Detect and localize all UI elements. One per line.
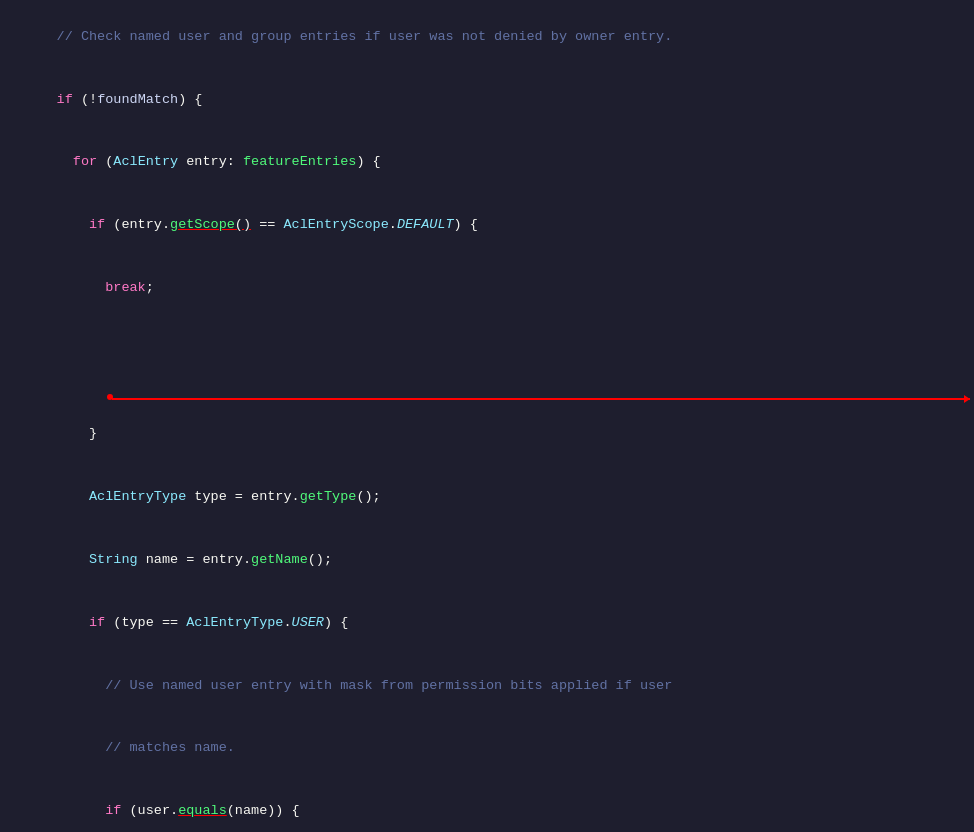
- line-11: // matches name.: [0, 717, 974, 780]
- line-12: if (user.equals(name)) {: [0, 780, 974, 832]
- comment-and: and: [219, 29, 243, 44]
- arrow-break: [112, 398, 970, 400]
- code-editor: // Check named user and group entries if…: [0, 0, 974, 832]
- line-10: // Use named user entry with mask from p…: [0, 655, 974, 718]
- line-1: // Check named user and group entries if…: [0, 6, 974, 69]
- line-6: }: [0, 404, 974, 467]
- line-8: String name = entry.getName();: [0, 529, 974, 592]
- line-5: break;: [0, 257, 974, 403]
- line-4: if (entry.getScope() == AclEntryScope.DE…: [0, 194, 974, 257]
- comment-text: // Check named user: [57, 29, 219, 44]
- comment-rest: group entries if user was not denied by …: [243, 29, 672, 44]
- line-7: AclEntryType type = entry.getType();: [0, 466, 974, 529]
- line-2: if (!foundMatch) {: [0, 69, 974, 132]
- line-3: for (AclEntry entry: featureEntries) {: [0, 132, 974, 195]
- line-9: if (type == AclEntryType.USER) {: [0, 592, 974, 655]
